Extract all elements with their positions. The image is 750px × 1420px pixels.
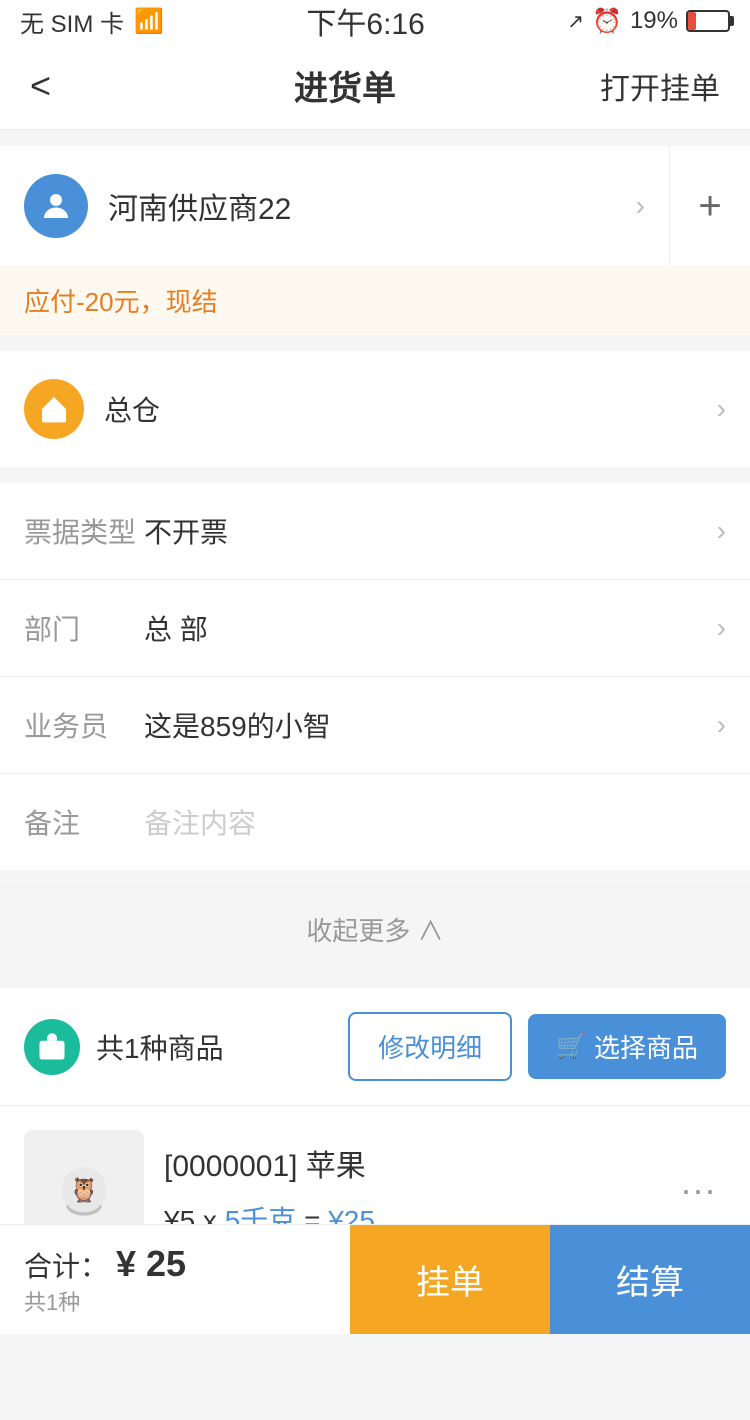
department-value: 总 部	[144, 608, 717, 648]
warehouse-icon	[24, 379, 84, 439]
supplier-section: 河南供应商22 › +	[0, 146, 750, 266]
product-count: 共1种商品	[96, 1027, 348, 1067]
warehouse-section: 总仓 ›	[0, 351, 750, 467]
supplier-selector[interactable]: 河南供应商22 ›	[0, 146, 670, 266]
department-label: 部门	[24, 608, 144, 648]
status-bar: 无 SIM 卡 📶 下午6:16 ↗ ⏰ 19%	[0, 0, 750, 42]
supplier-avatar	[24, 174, 88, 238]
battery-icon	[686, 10, 730, 32]
edit-detail-button[interactable]: 修改明细	[348, 1012, 512, 1081]
invoice-type-label: 票据类型	[24, 511, 144, 551]
add-supplier-button[interactable]: +	[670, 146, 750, 266]
battery-label: 19%	[630, 7, 678, 35]
hang-order-button[interactable]: 挂单	[350, 1225, 550, 1334]
location-icon: ↗	[567, 9, 584, 34]
collapse-button[interactable]: 收起更多 ∧	[0, 886, 750, 972]
status-right: ↗ ⏰ 19%	[567, 7, 730, 36]
salesman-chevron-icon: ›	[717, 709, 726, 741]
open-pending-button[interactable]: 打开挂单	[600, 64, 720, 108]
supplier-name: 河南供应商22	[108, 184, 626, 228]
remark-value: 备注内容	[144, 802, 726, 842]
form-section: 票据类型 不开票 › 部门 总 部 › 业务员 这是859的小智 › 备注 备注…	[0, 483, 750, 870]
product-name: [0000001] 苹果	[164, 1141, 670, 1185]
warehouse-chevron-icon: ›	[717, 393, 726, 425]
nav-bar: < 进货单 打开挂单	[0, 42, 750, 130]
bag-icon	[37, 1032, 67, 1062]
invoice-chevron-icon: ›	[717, 515, 726, 547]
footer-total: 合计： ¥ 25 共1种	[0, 1225, 350, 1334]
total-label: 合计：	[24, 1245, 108, 1285]
remark-row[interactable]: 备注 备注内容	[0, 774, 750, 870]
invoice-type-row[interactable]: 票据类型 不开票 ›	[0, 483, 750, 580]
product-header: 共1种商品 修改明细 🛒 选择商品	[0, 988, 750, 1106]
warehouse-row[interactable]: 总仓 ›	[0, 351, 750, 467]
footer: 合计： ¥ 25 共1种 挂单 结算	[0, 1224, 750, 1334]
status-left: 无 SIM 卡 📶	[20, 4, 164, 39]
settle-button[interactable]: 结算	[550, 1225, 750, 1334]
wifi-icon: 📶	[134, 7, 164, 36]
cart-icon: 🛒	[556, 1032, 586, 1061]
remark-label: 备注	[24, 802, 144, 842]
salesman-row[interactable]: 业务员 这是859的小智 ›	[0, 677, 750, 774]
page-title: 进货单	[294, 61, 396, 110]
warehouse-name: 总仓	[104, 389, 717, 429]
product-title: 苹果	[306, 1150, 366, 1183]
product-image-placeholder: 🦉	[52, 1158, 116, 1222]
svg-text:🦉: 🦉	[69, 1177, 99, 1204]
supplier-chevron-icon: ›	[636, 190, 645, 222]
person-icon	[38, 188, 74, 224]
footer-count: 共1种	[24, 1285, 326, 1317]
department-row[interactable]: 部门 总 部 ›	[0, 580, 750, 677]
home-icon	[38, 393, 70, 425]
carrier-label: 无 SIM 卡	[20, 4, 124, 39]
total-amount: ¥ 25	[116, 1243, 186, 1285]
product-more-button[interactable]: ···	[670, 1169, 726, 1211]
product-id: [0000001]	[164, 1150, 306, 1183]
product-icon	[24, 1019, 80, 1075]
back-button[interactable]: <	[30, 65, 90, 107]
salesman-value: 这是859的小智	[144, 705, 717, 745]
status-time: 下午6:16	[306, 0, 424, 43]
invoice-type-value: 不开票	[144, 511, 717, 551]
debt-notice: 应付-20元，现结	[0, 266, 750, 335]
alarm-icon: ⏰	[592, 7, 622, 36]
salesman-label: 业务员	[24, 705, 144, 745]
department-chevron-icon: ›	[717, 612, 726, 644]
select-product-button[interactable]: 🛒 选择商品	[528, 1014, 726, 1079]
